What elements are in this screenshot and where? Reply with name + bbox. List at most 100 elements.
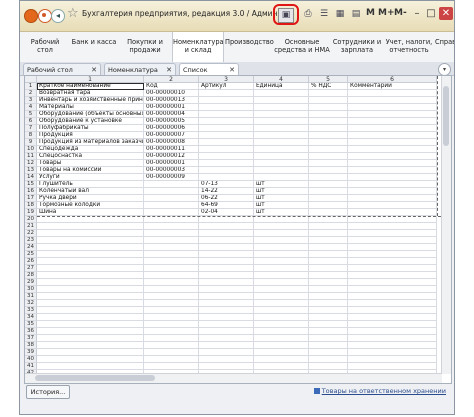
print-icon[interactable]: ⎙ [301,8,315,21]
row-number[interactable]: 8 [25,132,37,139]
row-number[interactable]: 11 [25,153,37,160]
column-number[interactable]: 2 [144,76,199,83]
table-cell[interactable]: Шина [37,209,144,216]
tab-nomenclature[interactable]: Номенклатура ✕ [104,63,176,75]
table-cell[interactable] [348,90,437,97]
column-header[interactable]: % НДС [309,83,348,90]
table-cell[interactable] [348,300,437,307]
table-cell[interactable] [348,104,437,111]
table-cell[interactable]: 00-00000003 [144,167,199,174]
table-cell[interactable]: Продукция [37,132,144,139]
table-cell[interactable]: Оборудование к установке [37,118,144,125]
table-cell[interactable] [254,349,309,356]
row-number[interactable]: 9 [25,139,37,146]
table-cell[interactable] [144,209,199,216]
column-number[interactable]: 3 [199,76,254,83]
table-cell[interactable] [309,209,348,216]
table-cell[interactable]: Услуги [37,174,144,181]
row-number[interactable]: 32 [25,300,37,307]
memory-m-button[interactable]: M [366,8,375,18]
table-cell[interactable] [199,167,254,174]
table-cell[interactable] [254,279,309,286]
table-cell[interactable] [309,230,348,237]
app-logo-icon[interactable] [24,9,38,23]
table-cell[interactable] [144,293,199,300]
table-cell[interactable]: 00-00000007 [144,132,199,139]
table-cell[interactable] [144,202,199,209]
table-cell[interactable] [144,321,199,328]
table-cell[interactable] [254,223,309,230]
table-cell[interactable] [348,209,437,216]
table-cell[interactable] [309,300,348,307]
table-cell[interactable] [37,335,144,342]
table-cell[interactable] [254,244,309,251]
table-cell[interactable] [309,314,348,321]
close-icon[interactable]: ✕ [439,7,453,20]
table-cell[interactable] [144,216,199,223]
row-number[interactable]: 38 [25,342,37,349]
row-number[interactable]: 40 [25,356,37,363]
table-cell[interactable] [144,307,199,314]
table-cell[interactable]: 00-00000008 [144,139,199,146]
table-cell[interactable] [309,202,348,209]
status-link[interactable]: Товары на ответственном хранении [313,387,446,395]
table-cell[interactable]: Спецоснастка [37,153,144,160]
table-cell[interactable] [254,321,309,328]
table-cell[interactable] [254,335,309,342]
column-number[interactable]: 1 [37,76,144,83]
table-cell[interactable] [348,125,437,132]
table-cell[interactable]: Коленчатый вал [37,188,144,195]
table-cell[interactable] [348,160,437,167]
table-cell[interactable] [254,286,309,293]
table-cell[interactable]: Оборудование (объекты основных сре [37,111,144,118]
table-cell[interactable]: Спецодежда [37,146,144,153]
column-number[interactable]: 6 [348,76,437,83]
table-cell[interactable] [199,237,254,244]
table-cell[interactable] [309,356,348,363]
scroll-thumb[interactable] [35,375,155,381]
table-cell[interactable] [254,132,309,139]
table-cell[interactable] [309,223,348,230]
table-cell[interactable]: шт [254,195,309,202]
table-cell[interactable] [309,244,348,251]
table-cell[interactable]: 00-00000011 [144,146,199,153]
table-cell[interactable] [144,244,199,251]
section-purchases-sales[interactable]: Покупки и продажи [120,32,170,62]
row-number[interactable]: 6 [25,118,37,125]
table-cell[interactable] [37,272,144,279]
table-cell[interactable] [199,349,254,356]
table-cell[interactable]: Продукция из материалов заказчика [37,139,144,146]
table-cell[interactable] [254,342,309,349]
table-cell[interactable] [348,307,437,314]
table-cell[interactable]: 06-22 [199,195,254,202]
table-cell[interactable]: 00-00000001 [144,104,199,111]
table-cell[interactable] [37,216,144,223]
section-fixed-assets[interactable]: Основные средства и НМА [274,32,330,62]
table-cell[interactable] [254,258,309,265]
table-cell[interactable] [309,342,348,349]
row-number[interactable]: 20 [25,216,37,223]
table-cell[interactable] [144,181,199,188]
table-cell[interactable] [309,251,348,258]
table-cell[interactable] [254,139,309,146]
table-cell[interactable] [199,223,254,230]
table-cell[interactable] [144,356,199,363]
table-cell[interactable]: Инвентарь и хозяйственные принадл [37,97,144,104]
table-cell[interactable]: 00-00000004 [144,111,199,118]
table-cell[interactable]: 02-04 [199,209,254,216]
table-cell[interactable] [348,146,437,153]
table-cell[interactable] [348,118,437,125]
table-cell[interactable] [37,293,144,300]
table-cell[interactable] [254,160,309,167]
section-accounting-taxes[interactable]: Учет, налоги, отчетность [384,32,434,62]
table-cell[interactable] [348,244,437,251]
table-cell[interactable] [144,188,199,195]
table-cell[interactable] [309,279,348,286]
row-number[interactable]: 24 [25,244,37,251]
table-cell[interactable] [309,349,348,356]
table-cell[interactable]: Товары на комиссии [37,167,144,174]
section-bank-cash[interactable]: Банк и касса [70,32,118,62]
table-cell[interactable] [254,111,309,118]
row-number[interactable]: 21 [25,223,37,230]
table-cell[interactable] [348,97,437,104]
